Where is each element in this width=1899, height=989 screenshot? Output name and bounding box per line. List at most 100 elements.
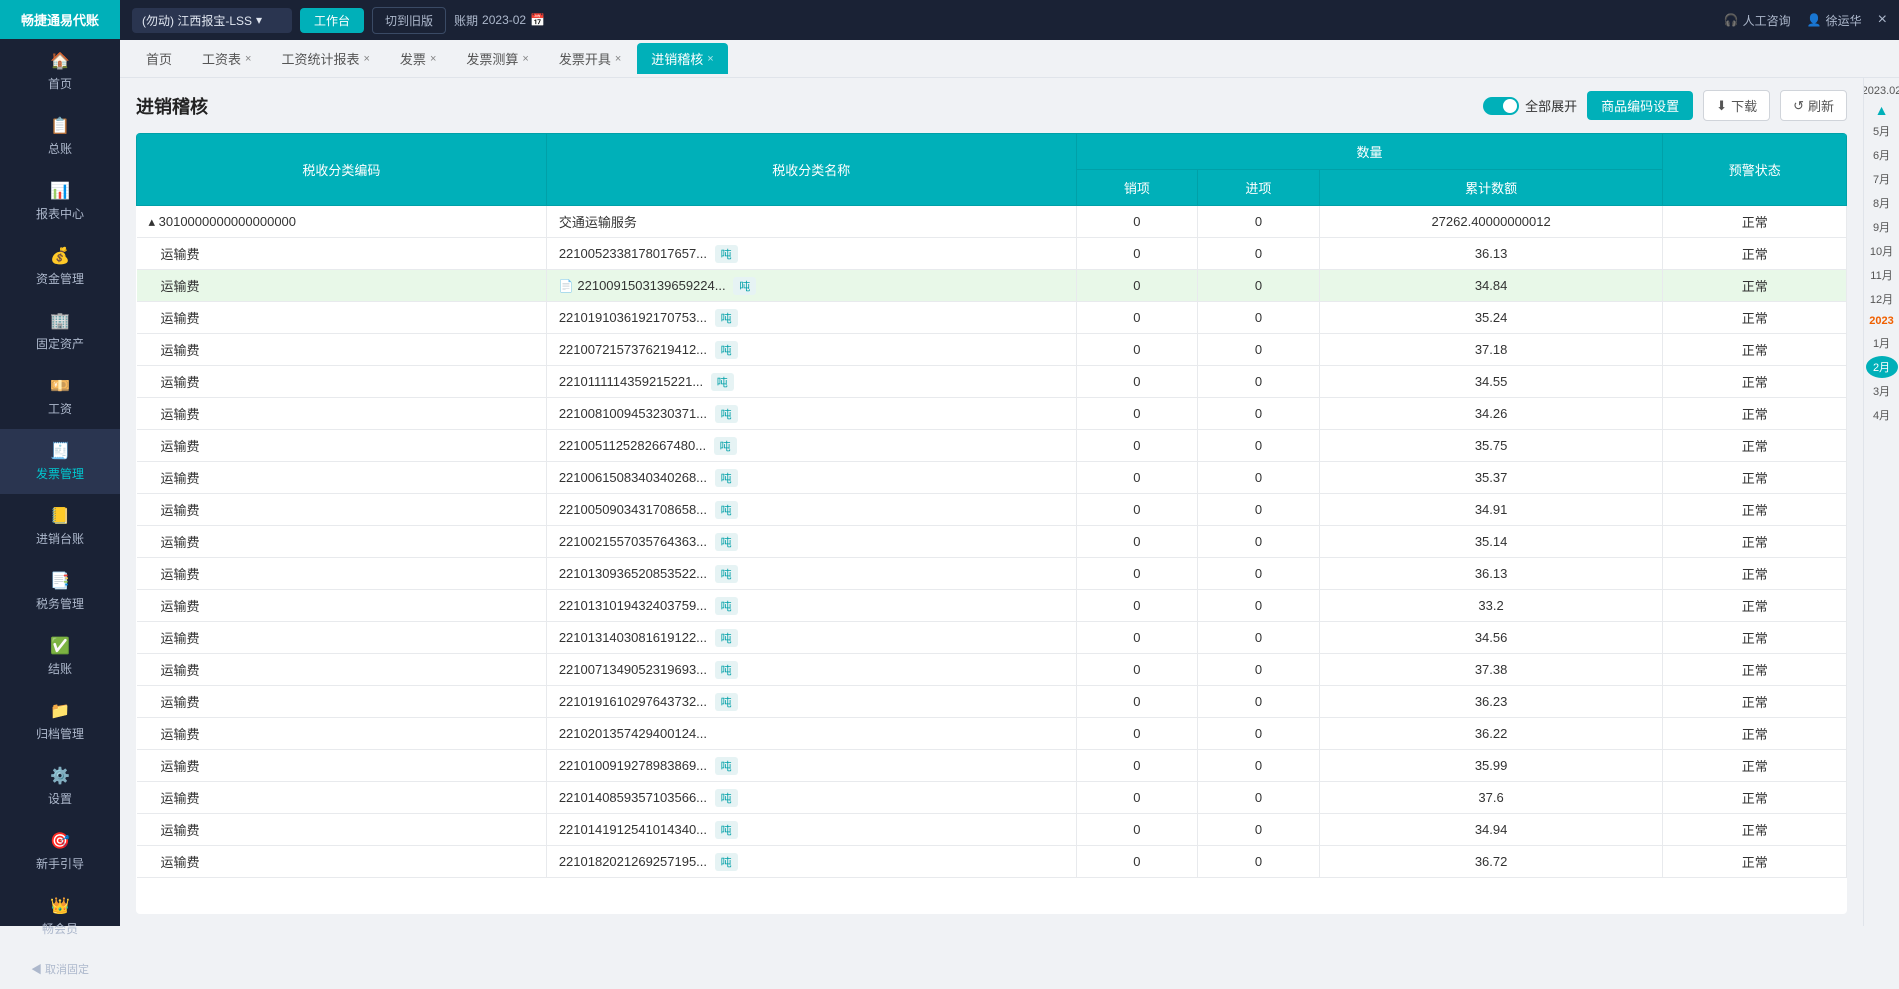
table-row[interactable]: 运输费 2210061508340340268... 吨 0 0 35.37 正… [137, 462, 1847, 494]
table-row[interactable]: 运输费 2210191036192170753... 吨 0 0 35.24 正… [137, 302, 1847, 334]
table-row[interactable]: ▴ 3010000000000000000 交通运输服务 0 0 27262.4… [137, 206, 1847, 238]
table-row[interactable]: 运输费 2210140859357103566... 吨 0 0 37.6 正常 [137, 782, 1847, 814]
sidebar-unpin-btn[interactable]: ◀ 取消固定 [0, 949, 120, 989]
row-status: 正常 [1663, 430, 1847, 462]
sidebar-item-ledger[interactable]: 📋 总账 [0, 104, 120, 169]
row-cumulative: 36.13 [1319, 238, 1663, 270]
tab-salary-table[interactable]: 工资表 × [188, 43, 265, 74]
panel-month-9[interactable]: 9月 [1866, 216, 1898, 238]
sidebar-item-settings[interactable]: ⚙️ 设置 [0, 754, 120, 819]
sidebar-item-vip[interactable]: 👑 畅会员 [0, 884, 120, 949]
row-label: 运输费 [137, 782, 547, 814]
table-row[interactable]: 运输费 2210050903431708658... 吨 0 0 34.91 正… [137, 494, 1847, 526]
panel-month-6[interactable]: 6月 [1866, 144, 1898, 166]
panel-year-prev-label: 2023.02 [1863, 82, 1899, 100]
row-cumulative: 35.14 [1319, 526, 1663, 558]
tab-close-icon[interactable]: × [707, 53, 713, 65]
row-inv-code: 2210191610297643732... 吨 [546, 686, 1076, 718]
row-sales: 0 [1076, 782, 1198, 814]
table-row[interactable]: 运输费 📄 2210091503139659224... 吨 0 0 34.84… [137, 270, 1847, 302]
support-btn[interactable]: 🎧 人工咨询 [1724, 12, 1791, 29]
close-btn[interactable]: × [1878, 11, 1887, 29]
sidebar-item-archive[interactable]: 📁 归档管理 [0, 689, 120, 754]
unit-badge: 吨 [715, 565, 738, 583]
row-inv-code: 2210130936520853522... 吨 [546, 558, 1076, 590]
panel-month-7[interactable]: 7月 [1866, 168, 1898, 190]
tab-salary-report[interactable]: 工资统计报表 × [267, 43, 383, 74]
row-purchase: 0 [1198, 270, 1320, 302]
table-row[interactable]: 运输费 2210182021269257195... 吨 0 0 36.72 正… [137, 846, 1847, 878]
panel-month-2-active[interactable]: 2月 [1866, 356, 1898, 378]
sidebar-item-tax[interactable]: 📑 税务管理 [0, 559, 120, 624]
row-sales: 0 [1076, 814, 1198, 846]
panel-month-12[interactable]: 12月 [1866, 288, 1898, 310]
table-row[interactable]: 运输费 2210081009453230371... 吨 0 0 34.26 正… [137, 398, 1847, 430]
table-row[interactable]: 运输费 2210071349052319693... 吨 0 0 37.38 正… [137, 654, 1847, 686]
tab-invoice-calc[interactable]: 发票测算 × [452, 43, 542, 74]
company-selector[interactable]: (勿动) 江西报宝-LSS ▾ [132, 8, 292, 33]
table-row[interactable]: 运输费 2210072157376219412... 吨 0 0 37.18 正… [137, 334, 1847, 366]
row-sales: 0 [1076, 494, 1198, 526]
switch-version-btn[interactable]: 切到旧版 [372, 7, 446, 34]
panel-month-8[interactable]: 8月 [1866, 192, 1898, 214]
panel-month-1[interactable]: 1月 [1866, 332, 1898, 354]
unit-badge: 吨 [715, 341, 738, 359]
home-icon: 🏠 [50, 51, 70, 71]
row-status: 正常 [1663, 302, 1847, 334]
table-row[interactable]: 运输费 2210201357429400124... 0 0 36.22 正常 [137, 718, 1847, 750]
row-purchase: 0 [1198, 558, 1320, 590]
table-row[interactable]: 运输费 2210130936520853522... 吨 0 0 36.13 正… [137, 558, 1847, 590]
table-row[interactable]: 运输费 2210191610297643732... 吨 0 0 36.23 正… [137, 686, 1847, 718]
sidebar-item-label: 税务管理 [36, 595, 84, 612]
table-row[interactable]: 运输费 2210131019432403759... 吨 0 0 33.2 正常 [137, 590, 1847, 622]
unit-badge: 吨 [715, 821, 738, 839]
scroll-up-btn[interactable]: ▲ [1875, 102, 1889, 118]
sidebar-item-sales-ledger[interactable]: 📒 进销台账 [0, 494, 120, 559]
download-btn[interactable]: ⬇ 下载 [1703, 90, 1770, 121]
tab-close-icon[interactable]: × [245, 53, 251, 65]
calendar-icon[interactable]: 📅 [530, 13, 545, 27]
tab-close-icon[interactable]: × [615, 53, 621, 65]
panel-month-10[interactable]: 10月 [1866, 240, 1898, 262]
sidebar-item-label: 固定资产 [36, 335, 84, 352]
sidebar-item-guide[interactable]: 🎯 新手引导 [0, 819, 120, 884]
row-status: 正常 [1663, 718, 1847, 750]
vip-icon: 👑 [50, 896, 70, 916]
tab-close-icon[interactable]: × [522, 53, 528, 65]
table-row[interactable]: 运输费 2210100919278983869... 吨 0 0 35.99 正… [137, 750, 1847, 782]
panel-month-3[interactable]: 3月 [1866, 380, 1898, 402]
panel-month-4[interactable]: 4月 [1866, 404, 1898, 426]
table-row[interactable]: 运输费 2210052338178017657... 吨 0 0 36.13 正… [137, 238, 1847, 270]
tab-reconcile[interactable]: 进销稽核 × [637, 43, 727, 74]
refresh-btn[interactable]: ↺ 刷新 [1780, 90, 1847, 121]
row-sales: 0 [1076, 590, 1198, 622]
product-code-settings-btn[interactable]: 商品编码设置 [1587, 91, 1693, 120]
table-row[interactable]: 运输费 2210051125282667480... 吨 0 0 35.75 正… [137, 430, 1847, 462]
table-row[interactable]: 运输费 2210141912541014340... 吨 0 0 34.94 正… [137, 814, 1847, 846]
user-profile[interactable]: 👤 徐运华 [1807, 12, 1862, 29]
tab-close-icon[interactable]: × [363, 53, 369, 65]
period-panel: 2023.02 ▲ 5月 6月 7月 8月 9月 10月 11月 12月 202… [1863, 78, 1899, 926]
tab-close-icon[interactable]: × [430, 53, 436, 65]
sidebar-item-home[interactable]: 🏠 首页 [0, 39, 120, 104]
panel-month-5[interactable]: 5月 [1866, 120, 1898, 142]
sidebar-item-invoice[interactable]: 🧾 发票管理 [0, 429, 120, 494]
table-row[interactable]: 运输费 2210111114359215221... 吨 0 0 34.55 正… [137, 366, 1847, 398]
sidebar-item-report[interactable]: 📊 报表中心 [0, 169, 120, 234]
table-row[interactable]: 运输费 2210021557035764363... 吨 0 0 35.14 正… [137, 526, 1847, 558]
sidebar-item-assets[interactable]: 🏢 固定资产 [0, 299, 120, 364]
tab-invoice-issue[interactable]: 发票开具 × [545, 43, 635, 74]
row-cumulative: 37.6 [1319, 782, 1663, 814]
panel-month-11[interactable]: 11月 [1866, 264, 1898, 286]
table-row[interactable]: 运输费 2210131403081619122... 吨 0 0 34.56 正… [137, 622, 1847, 654]
sidebar-item-fund[interactable]: 💰 资金管理 [0, 234, 120, 299]
tab-invoice[interactable]: 发票 × [386, 43, 450, 74]
tab-home[interactable]: 首页 [132, 43, 186, 74]
reconcile-table: 税收分类编码 税收分类名称 数量 预警状态 销项 进项 累计数额 ▴ 3 [136, 133, 1847, 878]
workspace-btn[interactable]: 工作台 [300, 8, 364, 33]
expand-toggle[interactable] [1483, 97, 1519, 115]
sidebar-item-salary[interactable]: 💴 工资 [0, 364, 120, 429]
col-header-name: 税收分类名称 [546, 134, 1076, 206]
sidebar-item-closing[interactable]: ✅ 结账 [0, 624, 120, 689]
tax-icon: 📑 [50, 571, 70, 591]
